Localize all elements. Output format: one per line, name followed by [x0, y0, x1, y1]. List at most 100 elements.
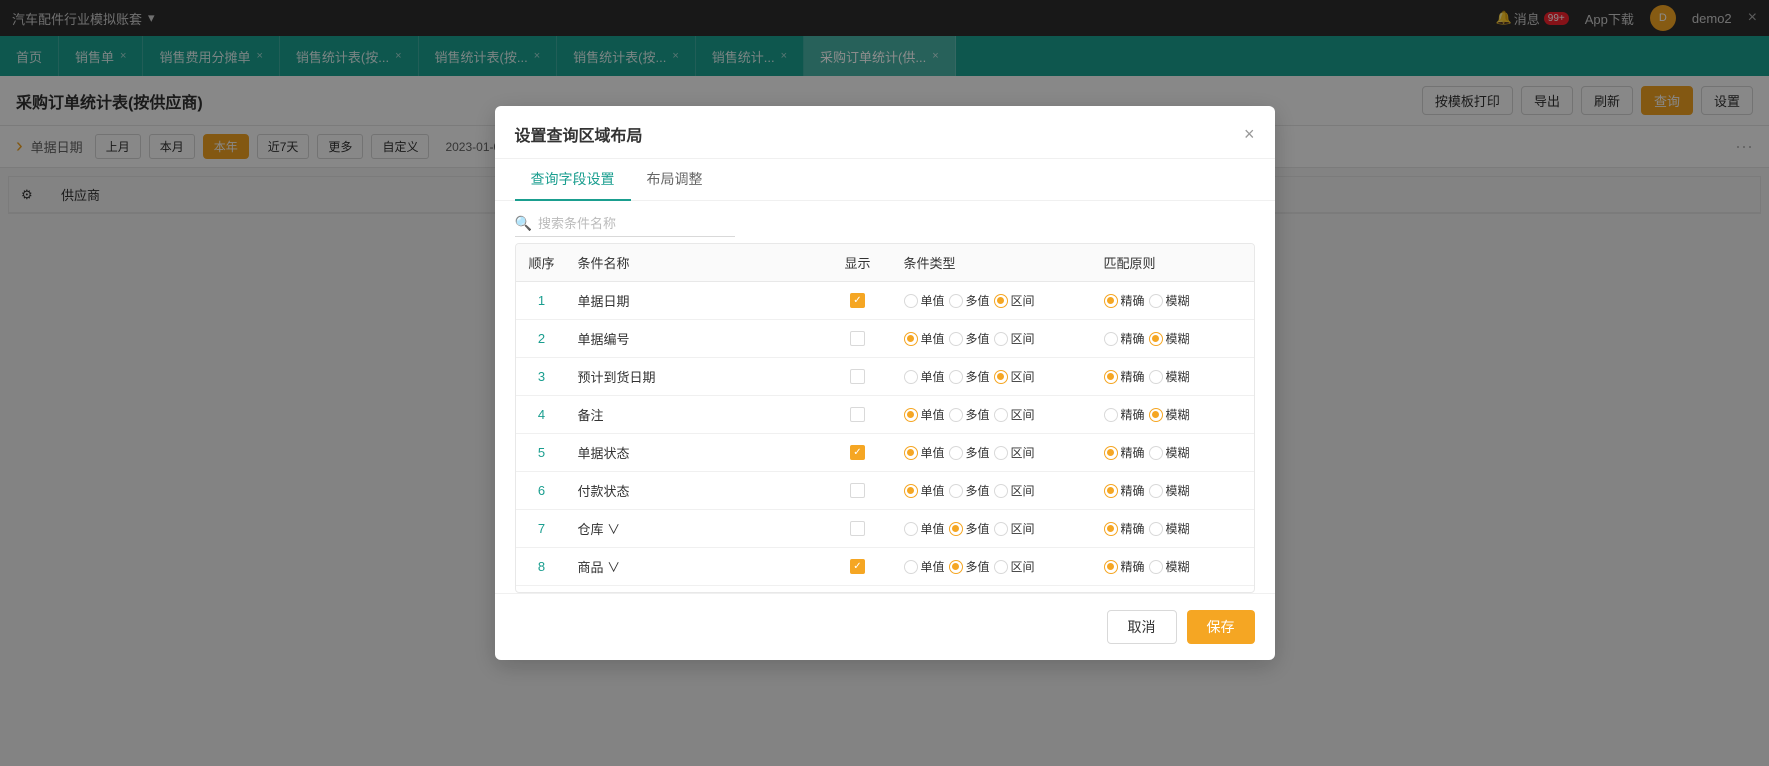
radio-type-单值-2[interactable]: 单值 [904, 368, 945, 385]
radio-type-多值-5[interactable]: 多值 [949, 482, 990, 499]
radio-match-精确-2[interactable]: 精确 [1104, 368, 1145, 385]
radio-type-单值-7[interactable]: 单值 [904, 558, 945, 575]
checkbox-5[interactable] [850, 483, 865, 498]
cell-show-5[interactable] [822, 483, 894, 498]
radio-type-多值-4[interactable]: 多值 [949, 444, 990, 461]
search-box-area: 🔍 [495, 201, 1275, 243]
radio-type-单值-5[interactable]: 单值 [904, 482, 945, 499]
table-row: 2单据编号单值多值区间精确模糊 [516, 320, 1254, 358]
cell-name-1: 单据编号 [568, 329, 822, 348]
radio-circle-3 [904, 408, 918, 422]
radio-label-type-4: 多值 [966, 444, 990, 461]
search-input[interactable] [538, 216, 718, 231]
radio-type-多值-1[interactable]: 多值 [949, 330, 990, 347]
radio-circle-6 [904, 522, 918, 536]
radio-type-多值-3[interactable]: 多值 [949, 406, 990, 423]
radio-match-模糊-2[interactable]: 模糊 [1149, 368, 1190, 385]
radio-label-type-2: 多值 [966, 368, 990, 385]
checkbox-4[interactable] [850, 445, 865, 460]
table-row: 9属性 ∨单值多值区间精确模糊 [516, 586, 1254, 592]
radio-type-区间-6[interactable]: 区间 [994, 520, 1035, 537]
radio-type-区间-0[interactable]: 区间 [994, 292, 1035, 309]
cell-show-7[interactable] [822, 559, 894, 574]
dialog-close-btn[interactable]: × [1244, 125, 1255, 143]
radio-label-match-0: 精确 [1121, 292, 1145, 309]
checkbox-1[interactable] [850, 331, 865, 346]
radio-type-多值-7[interactable]: 多值 [949, 558, 990, 575]
radio-circle-match-6 [1149, 522, 1163, 536]
radio-match-精确-6[interactable]: 精确 [1104, 520, 1145, 537]
radio-match-模糊-5[interactable]: 模糊 [1149, 482, 1190, 499]
cell-match-3: 精确模糊 [1094, 406, 1254, 423]
dialog-tab-query[interactable]: 查询字段设置 [515, 159, 631, 201]
save-btn[interactable]: 保存 [1187, 610, 1255, 644]
radio-match-模糊-7[interactable]: 模糊 [1149, 558, 1190, 575]
radio-circle-3 [994, 408, 1008, 422]
cancel-btn[interactable]: 取消 [1107, 610, 1177, 644]
radio-match-精确-0[interactable]: 精确 [1104, 292, 1145, 309]
cell-type-0: 单值多值区间 [894, 292, 1094, 309]
radio-type-多值-2[interactable]: 多值 [949, 368, 990, 385]
radio-match-模糊-3[interactable]: 模糊 [1149, 406, 1190, 423]
radio-type-单值-3[interactable]: 单值 [904, 406, 945, 423]
checkbox-6[interactable] [850, 521, 865, 536]
cell-match-0: 精确模糊 [1094, 292, 1254, 309]
radio-type-单值-6[interactable]: 单值 [904, 520, 945, 537]
checkbox-0[interactable] [850, 293, 865, 308]
cell-order-6: 7 [516, 521, 568, 536]
cell-show-3[interactable] [822, 407, 894, 422]
radio-label-type-5: 区间 [1011, 482, 1035, 499]
radio-circle-match-0 [1149, 294, 1163, 308]
cell-show-2[interactable] [822, 369, 894, 384]
radio-match-模糊-6[interactable]: 模糊 [1149, 520, 1190, 537]
radio-circle-match-0 [1104, 294, 1118, 308]
radio-type-多值-0[interactable]: 多值 [949, 292, 990, 309]
radio-circle-5 [904, 484, 918, 498]
radio-type-单值-0[interactable]: 单值 [904, 292, 945, 309]
table-row: 5单据状态单值多值区间精确模糊 [516, 434, 1254, 472]
radio-label-match-7: 精确 [1121, 558, 1145, 575]
radio-match-精确-4[interactable]: 精确 [1104, 444, 1145, 461]
radio-match-精确-1[interactable]: 精确 [1104, 330, 1145, 347]
radio-type-区间-1[interactable]: 区间 [994, 330, 1035, 347]
radio-circle-match-1 [1104, 332, 1118, 346]
cell-show-4[interactable] [822, 445, 894, 460]
radio-match-精确-3[interactable]: 精确 [1104, 406, 1145, 423]
radio-label-type-2: 区间 [1011, 368, 1035, 385]
radio-match-模糊-0[interactable]: 模糊 [1149, 292, 1190, 309]
dialog-tab-layout[interactable]: 布局调整 [631, 159, 719, 201]
cell-match-2: 精确模糊 [1094, 368, 1254, 385]
cell-show-0[interactable] [822, 293, 894, 308]
radio-match-精确-7[interactable]: 精确 [1104, 558, 1145, 575]
cell-name-0: 单据日期 [568, 291, 822, 310]
cell-order-2: 3 [516, 369, 568, 384]
radio-type-区间-3[interactable]: 区间 [994, 406, 1035, 423]
radio-type-单值-1[interactable]: 单值 [904, 330, 945, 347]
radio-match-精确-5[interactable]: 精确 [1104, 482, 1145, 499]
radio-match-模糊-1[interactable]: 模糊 [1149, 330, 1190, 347]
table-row: 6付款状态单值多值区间精确模糊 [516, 472, 1254, 510]
cell-type-3: 单值多值区间 [894, 406, 1094, 423]
checkbox-7[interactable] [850, 559, 865, 574]
radio-label-type-6: 多值 [966, 520, 990, 537]
radio-type-多值-6[interactable]: 多值 [949, 520, 990, 537]
radio-type-单值-4[interactable]: 单值 [904, 444, 945, 461]
radio-type-区间-4[interactable]: 区间 [994, 444, 1035, 461]
dt-body: 1单据日期单值多值区间精确模糊2单据编号单值多值区间精确模糊3预计到货日期单值多… [516, 282, 1254, 592]
radio-match-模糊-4[interactable]: 模糊 [1149, 444, 1190, 461]
radio-type-区间-5[interactable]: 区间 [994, 482, 1035, 499]
radio-label-type-1: 单值 [921, 330, 945, 347]
radio-circle-match-6 [1104, 522, 1118, 536]
radio-type-区间-7[interactable]: 区间 [994, 558, 1035, 575]
radio-circle-match-2 [1104, 370, 1118, 384]
radio-label-match-6: 模糊 [1166, 520, 1190, 537]
cell-type-2: 单值 多值 区间 [894, 368, 1094, 385]
radio-label-type-2: 单值 [921, 368, 945, 385]
radio-type-区间-2[interactable]: 区间 [994, 368, 1035, 385]
radio-label-match-5: 模糊 [1166, 482, 1190, 499]
checkbox-2[interactable] [850, 369, 865, 384]
radio-label-match-4: 模糊 [1166, 444, 1190, 461]
cell-show-1[interactable] [822, 331, 894, 346]
cell-show-6[interactable] [822, 521, 894, 536]
checkbox-3[interactable] [850, 407, 865, 422]
